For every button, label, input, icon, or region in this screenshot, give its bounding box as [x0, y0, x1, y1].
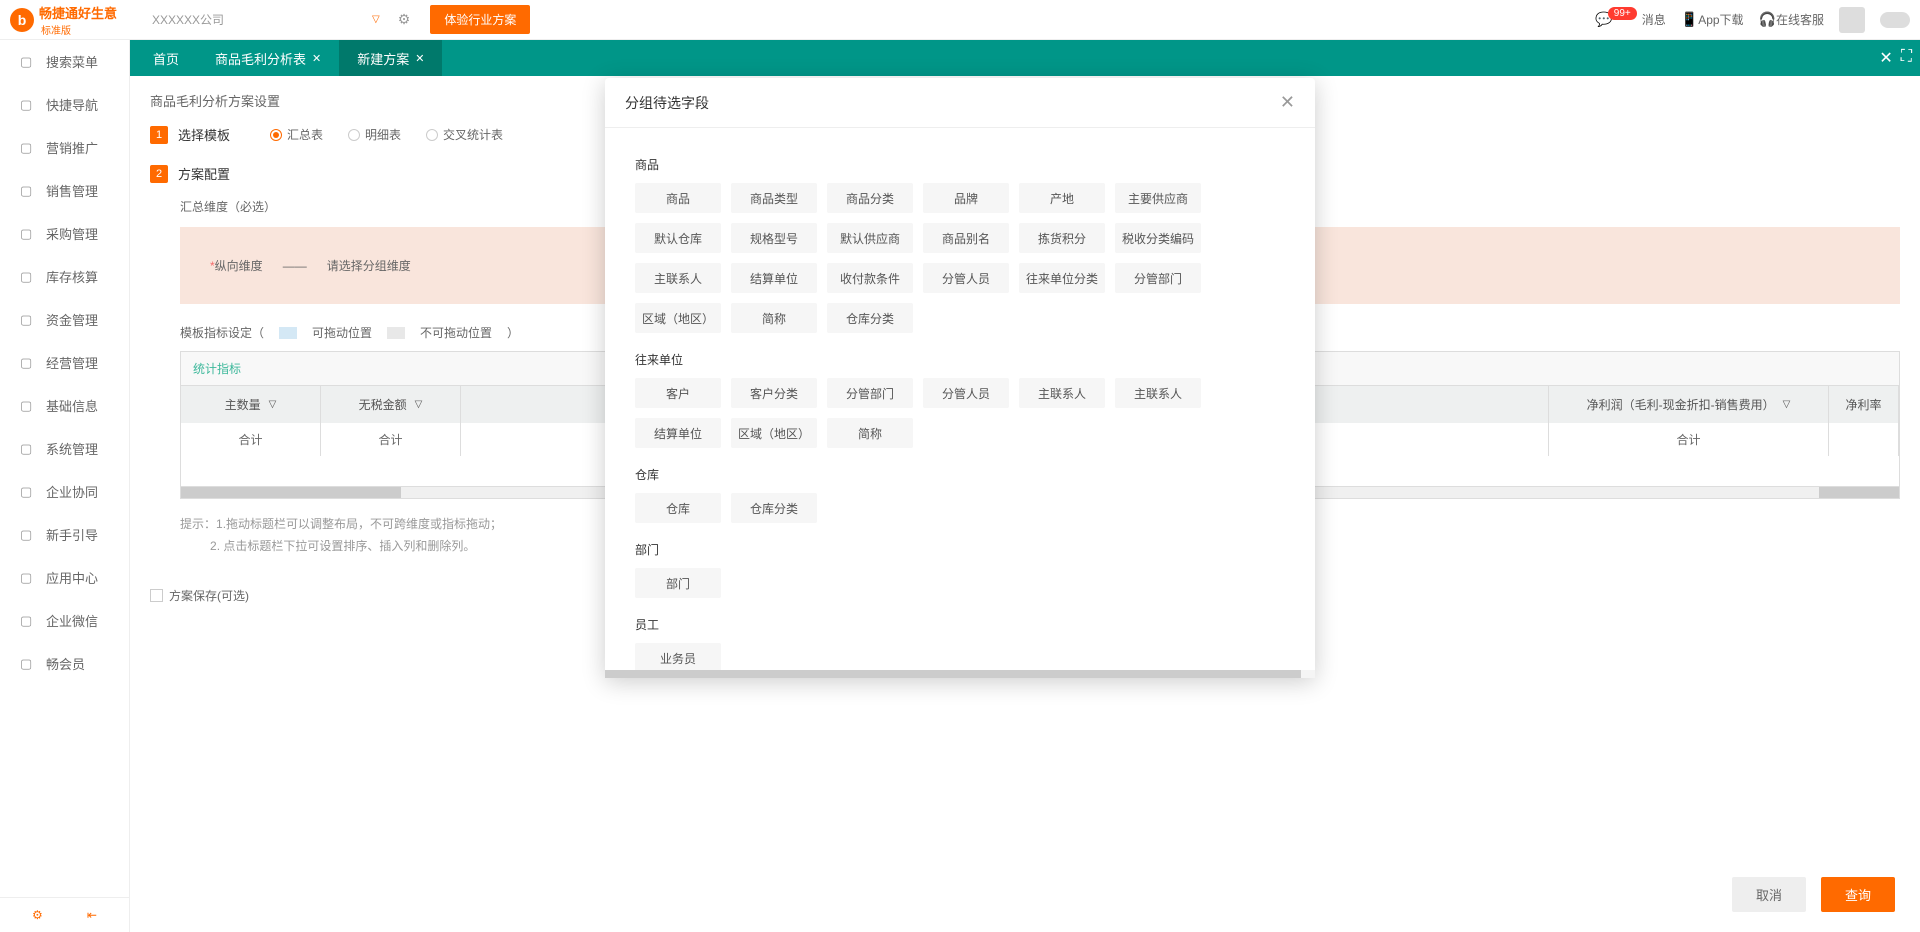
chip-row-3: 部门 — [635, 568, 1285, 598]
field-chip[interactable]: 客户分类 — [731, 378, 817, 408]
field-chip[interactable]: 仓库 — [635, 493, 721, 523]
modal-header: 分组待选字段 ✕ — [605, 78, 1315, 128]
field-chip[interactable]: 仓库分类 — [731, 493, 817, 523]
field-chip[interactable]: 主要供应商 — [1115, 183, 1201, 213]
group-title-2: 仓库 — [635, 466, 1285, 483]
field-chip[interactable]: 区域（地区） — [635, 303, 721, 333]
hscroll-thumb[interactable] — [605, 670, 1301, 678]
group-title-3: 部门 — [635, 541, 1285, 558]
chip-row-0: 商品商品类型商品分类品牌产地主要供应商默认仓库规格型号默认供应商商品别名拣货积分… — [635, 183, 1285, 333]
field-chip[interactable]: 结算单位 — [731, 263, 817, 293]
field-chip[interactable]: 分管人员 — [923, 263, 1009, 293]
field-chip[interactable]: 仓库分类 — [827, 303, 913, 333]
field-chip[interactable]: 业务员 — [635, 643, 721, 670]
field-chip[interactable]: 规格型号 — [731, 223, 817, 253]
field-chip[interactable]: 默认供应商 — [827, 223, 913, 253]
field-chip[interactable]: 分管人员 — [923, 378, 1009, 408]
modal-mask: 分组待选字段 ✕ 商品商品商品类型商品分类品牌产地主要供应商默认仓库规格型号默认… — [0, 0, 1920, 932]
field-chip[interactable]: 品牌 — [923, 183, 1009, 213]
field-chip[interactable]: 商品类型 — [731, 183, 817, 213]
field-chip[interactable]: 区域（地区） — [731, 418, 817, 448]
group-title-0: 商品 — [635, 156, 1285, 173]
modal-title: 分组待选字段 — [625, 93, 709, 113]
field-chip[interactable]: 主联系人 — [1115, 378, 1201, 408]
field-chip[interactable]: 客户 — [635, 378, 721, 408]
field-chip[interactable]: 简称 — [827, 418, 913, 448]
modal-hscroll[interactable] — [605, 670, 1315, 678]
field-selector-modal: 分组待选字段 ✕ 商品商品商品类型商品分类品牌产地主要供应商默认仓库规格型号默认… — [605, 78, 1315, 678]
chip-row-4: 业务员 — [635, 643, 1285, 670]
field-chip[interactable]: 商品别名 — [923, 223, 1009, 253]
group-title-4: 员工 — [635, 616, 1285, 633]
field-chip[interactable]: 结算单位 — [635, 418, 721, 448]
field-chip[interactable]: 税收分类编码 — [1115, 223, 1201, 253]
field-chip[interactable]: 往来单位分类 — [1019, 263, 1105, 293]
field-chip[interactable]: 商品 — [635, 183, 721, 213]
field-chip[interactable]: 收付款条件 — [827, 263, 913, 293]
field-chip[interactable]: 主联系人 — [1019, 378, 1105, 408]
field-chip[interactable]: 部门 — [635, 568, 721, 598]
field-chip[interactable]: 分管部门 — [1115, 263, 1201, 293]
field-chip[interactable]: 拣货积分 — [1019, 223, 1105, 253]
chip-row-1: 客户客户分类分管部门分管人员主联系人主联系人结算单位区域（地区）简称 — [635, 378, 1285, 448]
field-chip[interactable]: 主联系人 — [635, 263, 721, 293]
chip-row-2: 仓库仓库分类 — [635, 493, 1285, 523]
field-chip[interactable]: 默认仓库 — [635, 223, 721, 253]
close-icon[interactable]: ✕ — [1280, 92, 1295, 113]
field-chip[interactable]: 简称 — [731, 303, 817, 333]
field-chip[interactable]: 产地 — [1019, 183, 1105, 213]
field-chip[interactable]: 商品分类 — [827, 183, 913, 213]
group-title-1: 往来单位 — [635, 351, 1285, 368]
modal-body: 商品商品商品类型商品分类品牌产地主要供应商默认仓库规格型号默认供应商商品别名拣货… — [605, 128, 1315, 670]
field-chip[interactable]: 分管部门 — [827, 378, 913, 408]
